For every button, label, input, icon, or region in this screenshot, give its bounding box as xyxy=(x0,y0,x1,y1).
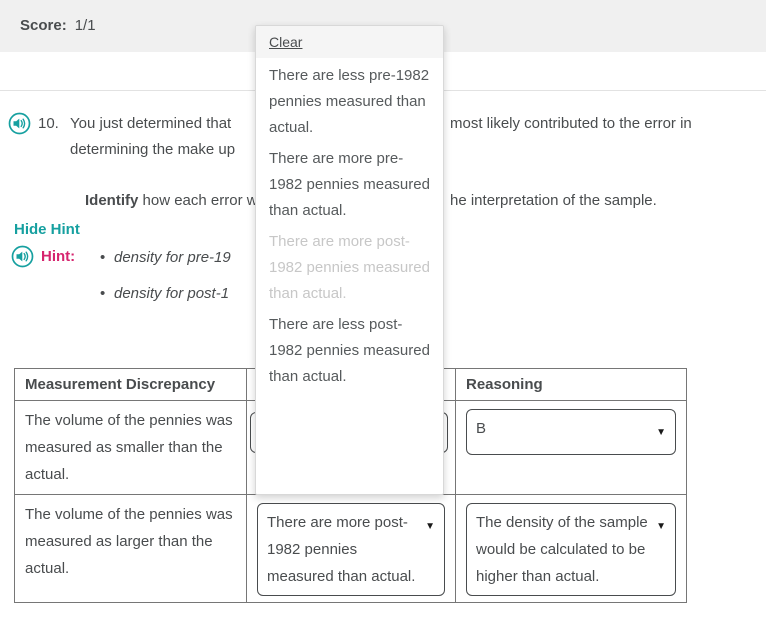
hint-audio-button[interactable] xyxy=(11,245,34,268)
dropdown-option-disabled: There are more post-1982 pennies measure… xyxy=(269,233,430,302)
clear-selection-link[interactable]: Clear xyxy=(269,34,302,50)
reasoning-select-row2[interactable]: The density of the sample would be calcu… xyxy=(466,503,676,596)
header-measurement-discrepancy: Measurement Discrepancy xyxy=(14,368,247,401)
dropdown-options-list: There are less pre-1982 pennies measured… xyxy=(256,58,443,390)
reasoning-cell-row2: The density of the sample would be calcu… xyxy=(455,494,687,603)
question-number: 10. xyxy=(38,115,59,132)
question-text-line1-left: You just determined that xyxy=(70,115,232,132)
identify-instruction-left: Identify how each error w xyxy=(85,192,258,209)
hide-hint-link[interactable]: Hide Hint xyxy=(14,220,80,240)
error-cell-row2: There are more post-1982 pennies measure… xyxy=(246,494,456,603)
dropdown-panel-header: Clear xyxy=(256,26,443,58)
question-text-line1-right: most likely contributed to the error in xyxy=(450,115,692,132)
quiz-page: Score: 1/1 10. You just determined that m… xyxy=(0,0,766,630)
question-text-line2: determining the make up xyxy=(70,141,236,158)
score-label: Score: xyxy=(20,17,67,34)
bullet-icon: • xyxy=(100,285,106,302)
dropdown-option[interactable]: There are less post-1982 pennies measure… xyxy=(269,312,430,390)
discrepancy-cell-row1: The volume of the pennies was measured a… xyxy=(14,400,247,495)
chevron-down-icon: ▼ xyxy=(656,521,666,532)
table-row: The volume of the pennies was measured a… xyxy=(14,494,687,603)
error-select-row2[interactable]: There are more post-1982 pennies measure… xyxy=(257,503,445,596)
reasoning-cell-row1: B ▼ xyxy=(455,400,687,495)
dropdown-option[interactable]: There are more pre-1982 pennies measured… xyxy=(269,146,430,224)
dropdown-option[interactable]: There are less pre-1982 pennies measured… xyxy=(269,63,430,141)
error-select-dropdown-panel: Clear There are less pre-1982 pennies me… xyxy=(255,25,444,495)
hint-bullet-2: • density for post-1 xyxy=(100,285,230,302)
question-audio-button[interactable] xyxy=(8,112,31,135)
header-reasoning: Reasoning xyxy=(455,368,687,401)
reasoning-select-row1[interactable]: B ▼ xyxy=(466,409,676,455)
speaker-icon xyxy=(11,245,34,268)
chevron-down-icon: ▼ xyxy=(656,427,666,438)
identify-instruction-right: he interpretation of the sample. xyxy=(450,192,657,209)
identify-word: Identify xyxy=(85,192,139,209)
bullet-icon: • xyxy=(100,249,106,266)
hint-label: Hint: xyxy=(41,248,76,265)
discrepancy-cell-row2: The volume of the pennies was measured a… xyxy=(14,494,247,603)
hint-bullet-1: • density for pre-19 xyxy=(100,249,231,266)
chevron-down-icon: ▼ xyxy=(425,521,435,532)
speaker-icon xyxy=(8,112,31,135)
score-value: 1/1 xyxy=(74,17,96,34)
